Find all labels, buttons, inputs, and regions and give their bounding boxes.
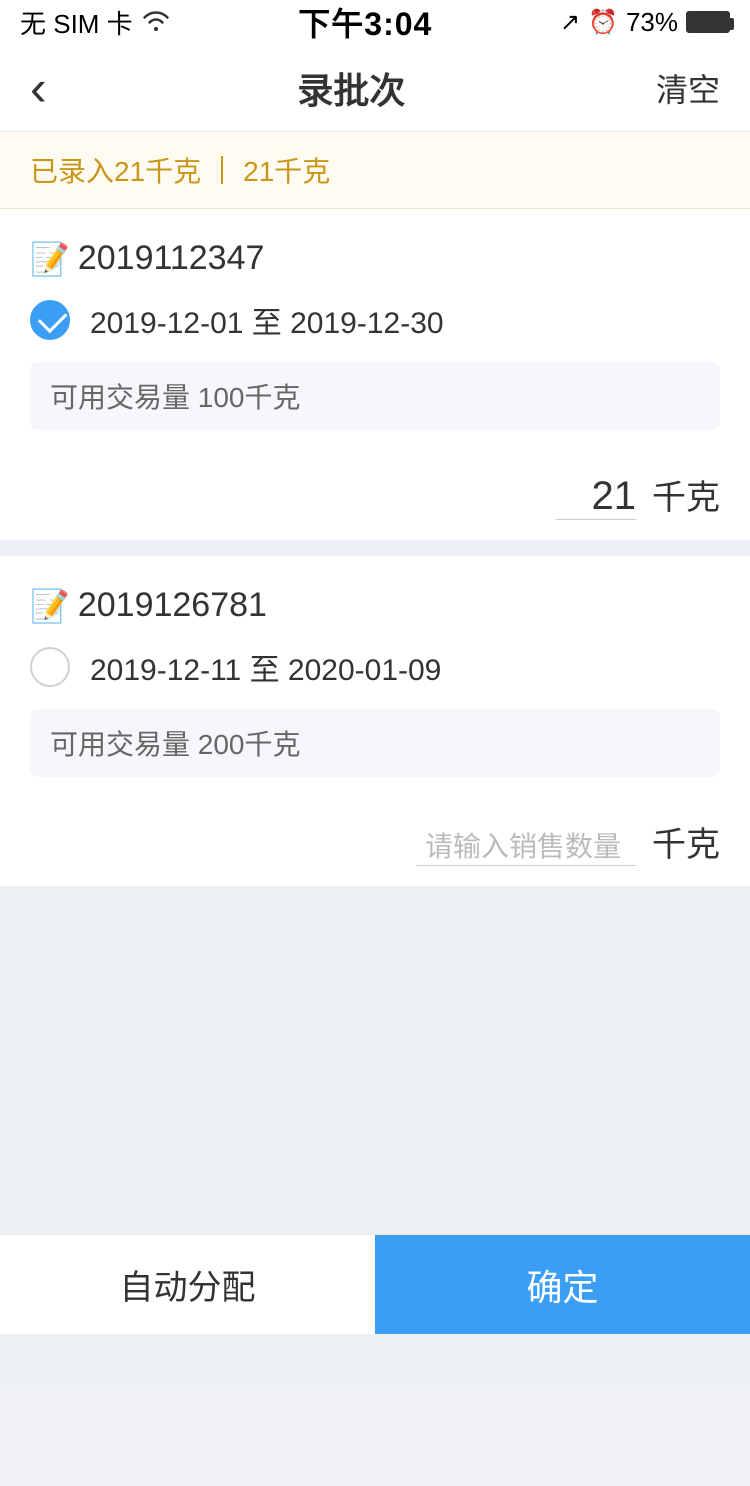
batch-card-1: 📝 2019112347 2019-12-01 至 2019-12-30 可用交… xyxy=(0,209,750,540)
recorded-text: 已录入21千克 xyxy=(30,150,201,190)
status-time: 下午3:04 xyxy=(298,0,432,45)
alarm-icon: ⏰ xyxy=(588,8,618,37)
batch-1-id: 2019112347 xyxy=(78,239,265,278)
batch-1-unit: 千克 xyxy=(652,470,720,519)
batch-1-icon: 📝 xyxy=(30,240,70,278)
batch-2-date-row[interactable]: 2019-12-11 至 2020-01-09 xyxy=(0,635,750,699)
battery-text: 73% xyxy=(626,7,678,38)
info-banner: 已录入21千克 21千克 xyxy=(0,132,750,209)
battery-icon xyxy=(686,11,730,33)
confirm-button[interactable]: 确定 xyxy=(375,1235,750,1334)
wifi-icon xyxy=(141,7,171,38)
back-button[interactable]: ‹ xyxy=(30,59,47,117)
batch-1-date-row[interactable]: 2019-12-01 至 2019-12-30 xyxy=(0,288,750,352)
batch-2-radio[interactable] xyxy=(30,647,70,687)
nav-bar: ‹ 录批次 清空 xyxy=(0,44,750,132)
batch-1-amount-row: 21 千克 xyxy=(0,450,750,540)
batch-2-input-row: 千克 xyxy=(0,797,750,886)
bottom-bar: 自动分配 确定 xyxy=(0,1234,750,1334)
status-bar: 无 SIM 卡 下午3:04 ↗ ⏰ 73% xyxy=(0,0,750,44)
info-divider xyxy=(221,156,223,184)
batch-1-available: 可用交易量 100千克 xyxy=(30,362,720,430)
batch-1-header: 📝 2019112347 xyxy=(0,209,750,288)
batch-2-icon: 📝 xyxy=(30,587,70,625)
total-text: 21千克 xyxy=(243,150,330,190)
batch-2-date: 2019-12-11 至 2020-01-09 xyxy=(90,645,441,689)
batch-2-unit: 千克 xyxy=(652,817,720,866)
clear-button[interactable]: 清空 xyxy=(656,65,720,111)
page-title: 录批次 xyxy=(297,62,405,114)
batch-2-header: 📝 2019126781 xyxy=(0,556,750,635)
section-divider-1 xyxy=(0,540,750,556)
status-left: 无 SIM 卡 xyxy=(20,4,171,41)
batch-1-radio[interactable] xyxy=(30,300,70,340)
auto-distribute-button[interactable]: 自动分配 xyxy=(0,1235,375,1334)
location-icon: ↗ xyxy=(560,8,580,37)
batch-2-available: 可用交易量 200千克 xyxy=(30,709,720,777)
status-right: ↗ ⏰ 73% xyxy=(560,7,730,38)
batch-1-amount-value: 21 xyxy=(592,474,637,518)
batch-1-date: 2019-12-01 至 2019-12-30 xyxy=(90,298,444,342)
batch-card-2: 📝 2019126781 2019-12-11 至 2020-01-09 可用交… xyxy=(0,556,750,886)
batch-2-qty-input[interactable] xyxy=(416,826,636,866)
no-sim-text: 无 SIM 卡 xyxy=(20,4,133,41)
batch-2-id: 2019126781 xyxy=(78,586,267,625)
